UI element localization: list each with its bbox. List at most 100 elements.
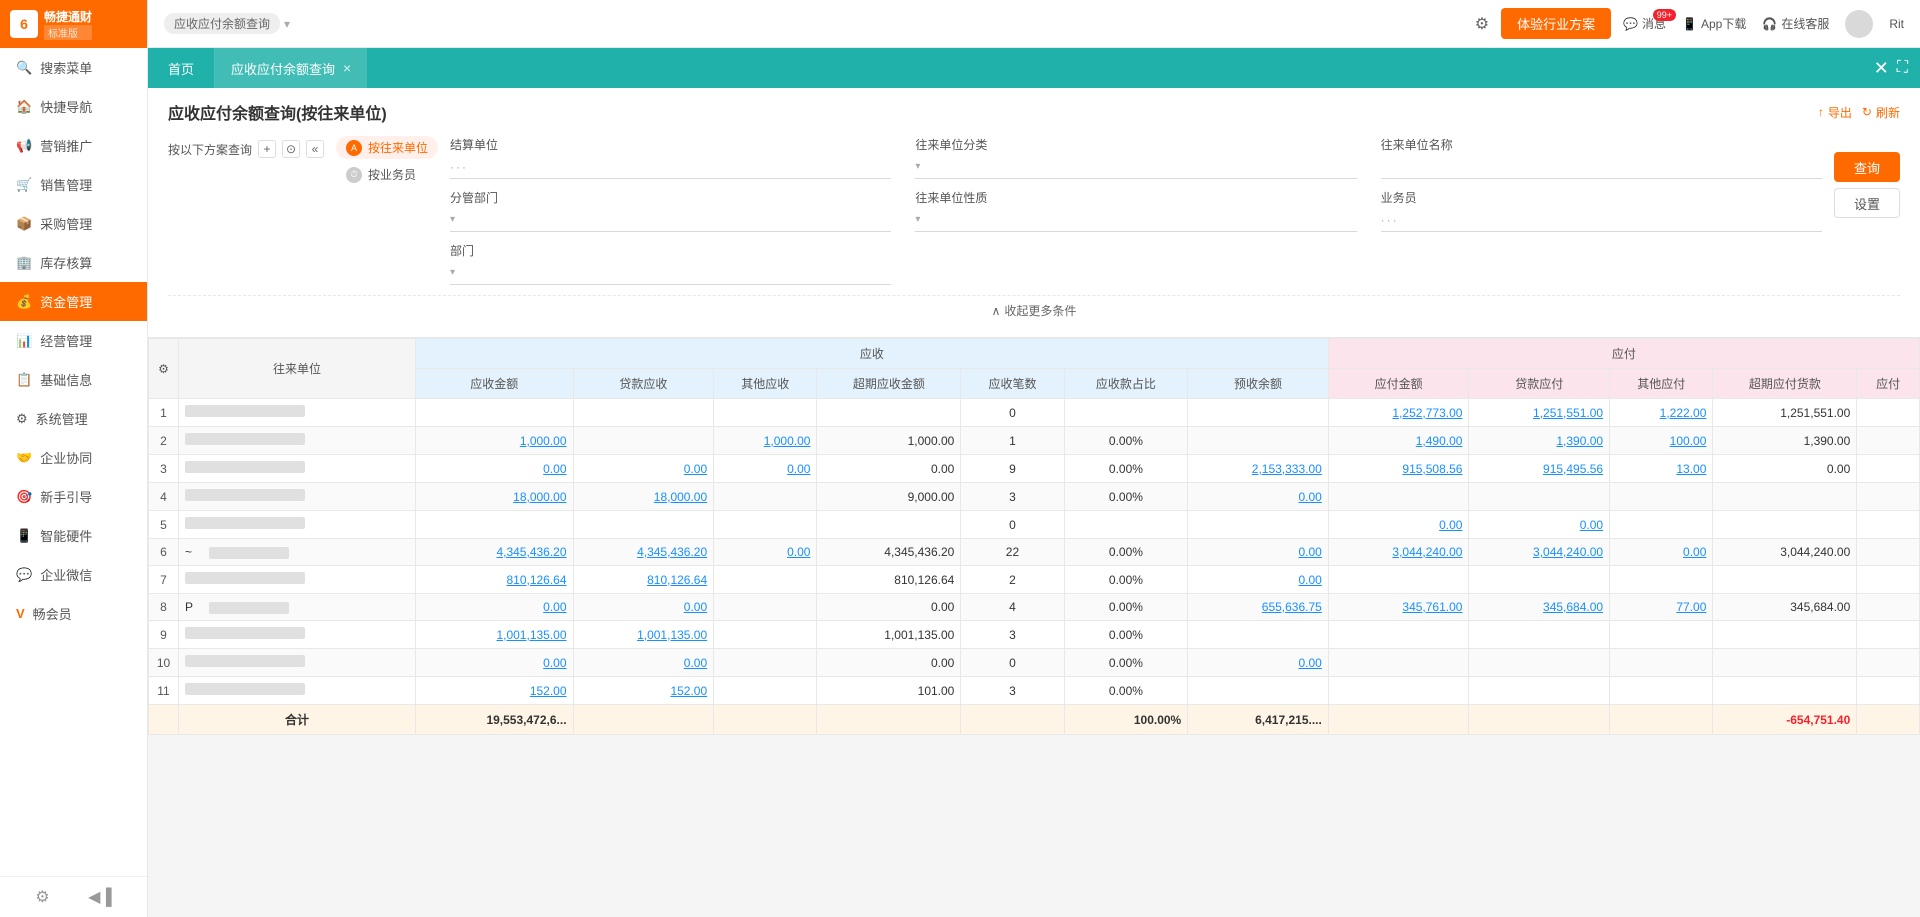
table-cell[interactable]: 152.00 [415,677,573,705]
table-cell[interactable]: 0.00 [714,455,817,483]
table-cell[interactable]: 3,044,240.00 [1469,539,1610,566]
maximize-icon[interactable]: ⛶ [1897,59,1908,77]
department-select[interactable]: ▾ [450,261,891,285]
add-scheme-btn[interactable]: + [258,140,276,158]
table-cell[interactable]: 1,490.00 [1328,427,1469,455]
table-cell[interactable]: 18,000.00 [415,483,573,511]
app-download-button[interactable]: 📱 App下载 [1682,15,1746,32]
table-cell[interactable]: 1,222.00 [1610,399,1713,427]
query-button[interactable]: 查询 [1834,152,1900,182]
table-cell[interactable]: 1,001,135.00 [415,621,573,649]
table-cell[interactable]: 0.00 [415,455,573,483]
table-cell[interactable]: 345,684.00 [1469,594,1610,621]
partner-category-select[interactable]: ▾ [915,155,1356,179]
table-cell[interactable]: 0.00 [1188,649,1329,677]
solution-button[interactable]: 体验行业方案 [1501,8,1611,39]
table-cell[interactable]: 345,761.00 [1328,594,1469,621]
table-cell[interactable]: 0.00 [1469,511,1610,539]
partner-nature-select[interactable]: ▾ [915,208,1356,232]
table-cell[interactable]: 1,252,773.00 [1328,399,1469,427]
table-cell[interactable]: 77.00 [1610,594,1713,621]
tab-home[interactable]: 首页 [148,48,215,88]
table-cell[interactable]: 100.00 [1610,427,1713,455]
sidebar-item-system[interactable]: ⚙ 系统管理 [0,399,147,438]
table-cell[interactable]: 0.00 [1610,539,1713,566]
table-cell: 810,126.64 [817,566,961,594]
message-button[interactable]: 💬 消息 99+ [1623,15,1666,32]
table-cell[interactable]: 2,153,333.00 [1188,455,1329,483]
sidebar-item-member[interactable]: V 畅会员 [0,594,147,633]
table-cell[interactable]: 0.00 [714,539,817,566]
table-cell[interactable]: 1,251,551.00 [1469,399,1610,427]
table-cell[interactable]: 3,044,240.00 [1328,539,1469,566]
tab-close-icon[interactable]: × [343,60,351,76]
close-window-icon[interactable]: ✕ [1874,58,1889,79]
table-row: 500.000.00 [149,511,1920,539]
inventory-icon: 🏢 [16,255,32,271]
table-settings-icon[interactable]: ⚙ [158,362,169,376]
setting-button[interactable]: 设置 [1834,188,1900,218]
col-ys-count: 应收笔数 [961,369,1064,399]
settings-col-header[interactable]: ⚙ [149,339,179,399]
sidebar-item-inventory[interactable]: 🏢 库存核算 [0,243,147,282]
table-cell[interactable]: 18,000.00 [573,483,714,511]
sidebar-item-nav[interactable]: 🏠 快捷导航 [0,87,147,126]
partner-name-input[interactable] [1381,155,1822,179]
scheme-item-partner[interactable]: A 按往来单位 [336,136,438,159]
table-cell[interactable]: 0.00 [415,649,573,677]
table-cell[interactable]: 1,390.00 [1469,427,1610,455]
sidebar-item-wechat[interactable]: 💬 企业微信 [0,555,147,594]
table-cell[interactable]: 655,636.75 [1188,594,1329,621]
sidebar-item-marketing[interactable]: 📢 营销推广 [0,126,147,165]
table-cell[interactable]: 0.00 [415,594,573,621]
jiesuan-input[interactable]: ··· [450,155,891,179]
table-cell[interactable]: 0.00 [573,594,714,621]
sidebar-item-guide[interactable]: 🎯 新手引导 [0,477,147,516]
table-cell[interactable]: 1,001,135.00 [573,621,714,649]
table-cell: 2 [961,566,1064,594]
service-button[interactable]: 🎧 在线客服 [1762,15,1829,32]
settings-bottom-icon[interactable]: ⚙ [35,887,49,907]
sidebar-item-corp[interactable]: 🤝 企业协同 [0,438,147,477]
refresh-button[interactable]: ↻ 刷新 [1862,104,1900,121]
table-cell[interactable]: 13.00 [1610,455,1713,483]
collapse-more-bar[interactable]: ∧ 收起更多条件 [168,295,1900,325]
sidebar-item-finance[interactable]: 💰 资金管理 [0,282,147,321]
table-cell[interactable]: 0.00 [1188,539,1329,566]
table-cell[interactable]: 152.00 [573,677,714,705]
table-cell[interactable]: 0.00 [573,649,714,677]
salesperson-input[interactable]: ··· [1381,208,1822,232]
table-cell[interactable]: 0.00 [1328,511,1469,539]
sidebar-item-operations[interactable]: 📊 经营管理 [0,321,147,360]
table-cell[interactable]: 810,126.64 [573,566,714,594]
service-label: 在线客服 [1781,15,1829,32]
sidebar-item-basic[interactable]: 📋 基础信息 [0,360,147,399]
division-select[interactable]: ▾ [450,208,891,232]
table-cell[interactable]: 0.00 [1188,483,1329,511]
sidebar-item-hardware[interactable]: 📱 智能硬件 [0,516,147,555]
table-cell[interactable]: 1,000.00 [714,427,817,455]
collapse-sidebar-icon[interactable]: ◀▐ [88,887,112,907]
table-cell[interactable]: 810,126.64 [415,566,573,594]
sidebar-item-sales[interactable]: 🛒 销售管理 [0,165,147,204]
gear-icon[interactable]: ⚙ [1475,14,1489,34]
settings-scheme-btn[interactable]: ⊙ [282,140,300,158]
sidebar-item-purchase[interactable]: 📦 采购管理 [0,204,147,243]
sidebar-label-nav: 快捷导航 [40,97,92,116]
row-number: 9 [149,621,179,649]
table-cell[interactable]: 915,508.56 [1328,455,1469,483]
table-cell: 0.00 [817,649,961,677]
table-cell[interactable]: 915,495.56 [1469,455,1610,483]
export-button[interactable]: ↑ 导出 [1818,104,1852,121]
table-cell [1064,399,1188,427]
tab-active[interactable]: 应收应付余额查询 × [215,48,367,88]
scheme-item-salesman[interactable]: ⏱ 按业务员 [336,163,438,186]
table-cell[interactable]: 0.00 [1188,566,1329,594]
table-cell[interactable]: 4,345,436.20 [415,539,573,566]
collapse-scheme-btn[interactable]: « [306,140,324,158]
table-cell[interactable]: 1,000.00 [415,427,573,455]
table-cell[interactable]: 0.00 [573,455,714,483]
sidebar-item-search[interactable]: 🔍 搜索菜单 [0,48,147,87]
table-cell[interactable]: 4,345,436.20 [573,539,714,566]
phone-icon: 📱 [1682,17,1697,31]
